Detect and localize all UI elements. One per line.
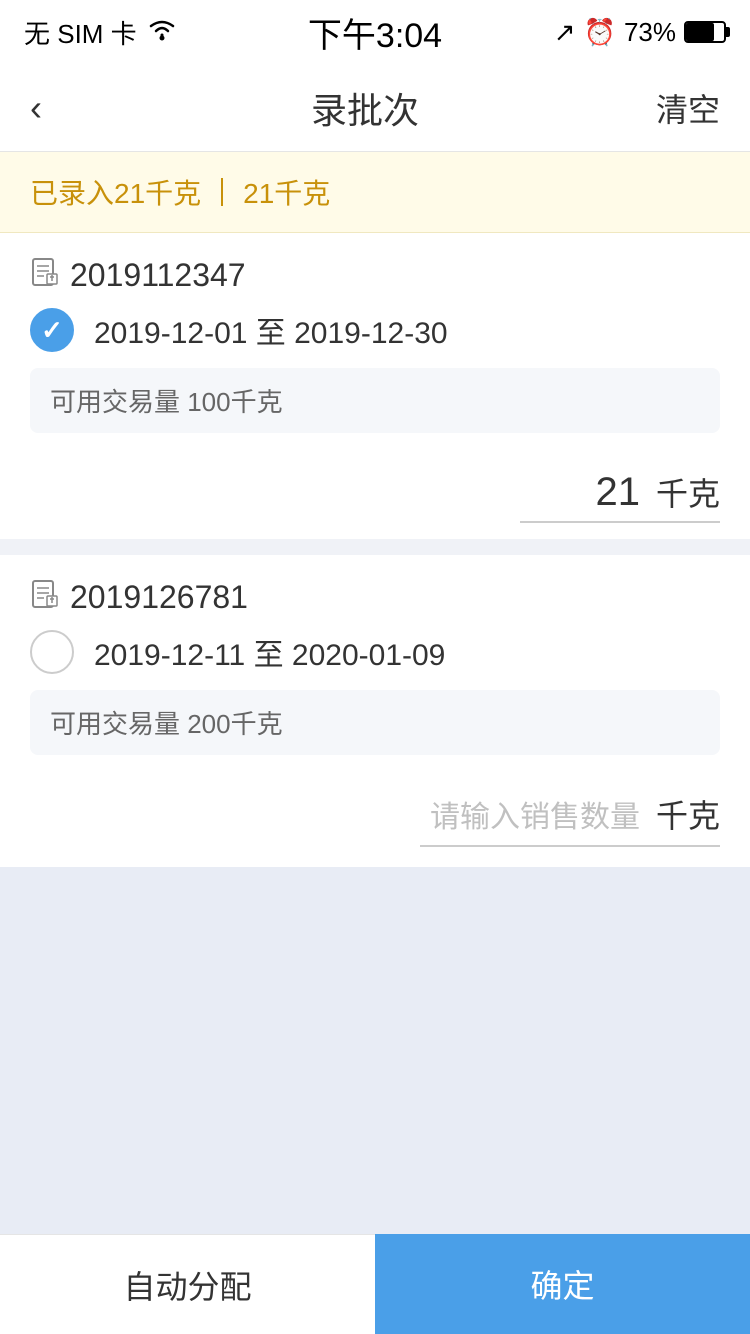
bottom-bar: 自动分配 确定 <box>0 1234 750 1334</box>
summary-divider <box>221 178 223 206</box>
batch-date-1: 2019-12-01 至 2019-12-30 <box>94 308 448 352</box>
batch-id-row-1: 2019112347 <box>30 257 720 294</box>
available-box-2: 可用交易量 200千克 <box>30 690 720 755</box>
page-title: 录批次 <box>90 82 640 134</box>
status-left: 无 SIM 卡 <box>24 14 177 51</box>
section-divider <box>0 539 750 555</box>
batch-id-2: 2019126781 <box>70 579 248 616</box>
batch-id-row-2: 2019126781 <box>30 579 720 616</box>
input-row-2[interactable]: 请输入销售数量 千克 <box>0 775 750 837</box>
summary-bar: 已录入21千克 21千克 <box>0 152 750 233</box>
clear-button[interactable]: 清空 <box>640 85 720 131</box>
content-wrapper: 已录入21千克 21千克 2019112347 <box>0 152 750 1267</box>
quantity-unit-1: 千克 <box>656 469 720 515</box>
batch-item-1: 2019112347 2019-12-01 至 2019-12-30 可用交易量… <box>0 233 750 539</box>
quantity-input-unit: 千克 <box>656 791 720 837</box>
confirm-button[interactable]: 确定 <box>375 1234 750 1334</box>
quantity-row-1: 21 千克 <box>0 453 750 515</box>
quantity-input-placeholder[interactable]: 请输入销售数量 <box>430 792 640 836</box>
quantity-underline-1 <box>520 521 720 523</box>
nav-bar: ‹ 录批次 清空 <box>0 64 750 152</box>
radio-button-1[interactable] <box>30 308 74 352</box>
battery-icon <box>684 21 726 43</box>
total-amount: 21千克 <box>243 172 330 212</box>
batch-date-2: 2019-12-11 至 2020-01-09 <box>94 630 445 674</box>
available-box-1: 可用交易量 100千克 <box>30 368 720 433</box>
auto-distribute-button[interactable]: 自动分配 <box>0 1234 375 1334</box>
batch-date-row-1[interactable]: 2019-12-01 至 2019-12-30 <box>30 308 720 352</box>
radio-button-2[interactable] <box>30 630 74 674</box>
location-icon: ↗ <box>554 17 576 48</box>
batch-doc-icon-1 <box>30 257 60 294</box>
batch-item-2: 2019126781 2019-12-11 至 2020-01-09 可用交易量… <box>0 555 750 867</box>
back-button[interactable]: ‹ <box>30 87 90 129</box>
battery-percent: 73% <box>624 17 676 48</box>
quantity-value-1: 21 <box>595 470 640 515</box>
wifi-icon <box>147 17 177 48</box>
recorded-amount: 已录入21千克 <box>30 172 201 212</box>
carrier-text: 无 SIM 卡 <box>24 14 137 51</box>
batch-date-row-2[interactable]: 2019-12-11 至 2020-01-09 <box>30 630 720 674</box>
status-time: 下午3:04 <box>308 8 442 57</box>
batch-id-1: 2019112347 <box>70 257 246 294</box>
alarm-icon: ⏰ <box>584 17 616 48</box>
input-underline-2 <box>420 845 720 847</box>
empty-area <box>0 867 750 1267</box>
status-bar: 无 SIM 卡 下午3:04 ↗ ⏰ 73% <box>0 0 750 64</box>
batch-doc-icon-2 <box>30 579 60 616</box>
status-right: ↗ ⏰ 73% <box>554 17 726 48</box>
